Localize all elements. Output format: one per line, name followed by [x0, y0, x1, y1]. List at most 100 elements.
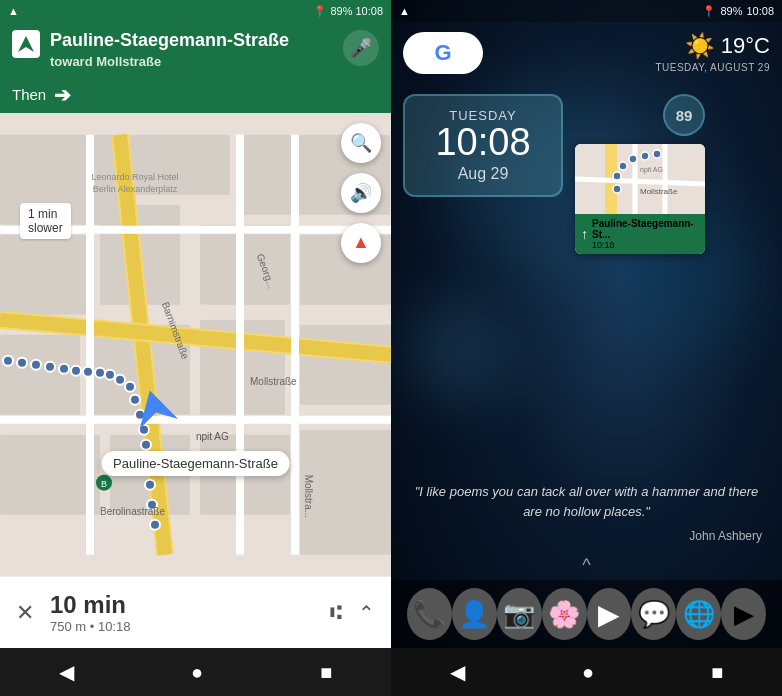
dock-app-contacts[interactable]: 👤: [452, 588, 497, 640]
svg-rect-9: [0, 334, 80, 414]
camera-icon: 📷: [503, 599, 535, 630]
svg-point-41: [45, 361, 55, 371]
toward-label: toward: [50, 54, 93, 69]
svg-text:Mollstra...: Mollstra...: [303, 474, 314, 517]
svg-point-36: [105, 369, 115, 379]
dock-app-chrome[interactable]: 🌐: [676, 588, 721, 640]
svg-point-35: [115, 374, 125, 384]
svg-point-43: [17, 357, 27, 367]
svg-text:Mollstraße: Mollstraße: [250, 375, 297, 386]
contacts-icon: 👤: [458, 599, 490, 630]
dock-app-youtube[interactable]: ▶: [721, 588, 766, 640]
phone-icon: 📞: [413, 599, 445, 630]
dock-app-photos[interactable]: 🌸: [542, 588, 587, 640]
right-status-bar: ▲ 📍 89% 10:08: [391, 0, 782, 22]
left-battery: 89%: [330, 5, 352, 17]
slower-label: 1 min slower: [20, 203, 71, 239]
maps-mini-footer: ↑ Pauline-Staegemann-St... 10:18: [575, 214, 705, 254]
left-panel: ▲ 📍 89% 10:08 Pauline-Staegemann-Straße …: [0, 0, 391, 696]
nav-header: Pauline-Staegemann-Straße toward Mollstr…: [0, 22, 391, 79]
maps-mini-time: 10:18: [592, 240, 699, 250]
right-home-button[interactable]: ●: [582, 661, 594, 684]
svg-point-39: [71, 365, 81, 375]
photos-icon: 🌸: [548, 599, 580, 630]
google-g-letter: G: [434, 40, 451, 66]
dock-app-phone[interactable]: 📞: [407, 588, 452, 640]
svg-rect-12: [300, 324, 391, 404]
svg-rect-13: [0, 434, 100, 514]
svg-point-61: [613, 185, 621, 193]
svg-point-63: [619, 162, 627, 170]
map-compass-button[interactable]: ▲: [341, 223, 381, 263]
app-drawer-chevron[interactable]: ^: [391, 551, 782, 580]
right-battery: 89%: [720, 5, 742, 17]
svg-text:Leonardo Royal Hotel: Leonardo Royal Hotel: [91, 171, 178, 181]
left-status-nav-icon: ▲: [8, 5, 19, 17]
street-label-text: Pauline-Staegemann-Straße: [113, 456, 278, 471]
clock-widget[interactable]: TUESDAY 10:08 Aug 29: [403, 94, 563, 197]
svg-point-30: [141, 439, 151, 449]
dock-app-camera[interactable]: 📷: [497, 588, 542, 640]
right-location-icon: 📍: [702, 5, 716, 18]
clock-date: Aug 29: [423, 165, 543, 183]
dock-app-play[interactable]: ▶: [587, 588, 632, 640]
right-recents-button[interactable]: ■: [711, 661, 723, 684]
home-screen-content: ▲ 📍 89% 10:08 G ☀️ 19°C TUESDAY, AUGUST …: [391, 0, 782, 696]
mic-button[interactable]: 🎤: [343, 30, 379, 66]
svg-point-37: [95, 367, 105, 377]
svg-point-40: [59, 363, 69, 373]
app-dock: 📞 👤 📷 🌸 ▶ 💬 🌐 ▶: [391, 580, 782, 648]
expand-button[interactable]: ⌃: [358, 601, 375, 625]
clock-section: TUESDAY 10:08 Aug 29 89: [391, 84, 782, 264]
svg-point-28: [145, 479, 155, 489]
time-info: 10 min 750 m • 10:18: [50, 591, 330, 634]
google-search-bar[interactable]: G: [403, 32, 483, 74]
map-search-button[interactable]: 🔍: [341, 123, 381, 163]
bottom-bar: ✕ 10 min 750 m • 10:18 ⑆ ⌃: [0, 576, 391, 648]
left-status-bar: ▲ 📍 89% 10:08: [0, 0, 391, 22]
then-label: Then: [12, 86, 46, 103]
right-back-button[interactable]: ◀: [450, 660, 465, 684]
svg-point-42: [31, 359, 41, 369]
svg-rect-5: [0, 234, 90, 314]
search-icon: 🔍: [350, 132, 372, 154]
recents-button[interactable]: ■: [320, 661, 332, 684]
svg-point-66: [653, 150, 661, 158]
top-row: G ☀️ 19°C TUESDAY, AUGUST 29: [391, 22, 782, 84]
maps-mini-arrow-icon: ↑: [581, 226, 588, 242]
map-audio-button[interactable]: 🔊: [341, 173, 381, 213]
quote-text: "I like poems you can tack all over with…: [411, 482, 762, 521]
messages-icon: 💬: [638, 599, 670, 630]
weather-date: TUESDAY, AUGUST 29: [655, 62, 770, 73]
maps-mini-card[interactable]: Mollstraße npit AG ↑ Pauline-Staegemann-…: [575, 144, 705, 254]
chevron-up-icon: ^: [582, 555, 590, 575]
svg-text:npit AG: npit AG: [640, 166, 663, 174]
audio-icon: 🔊: [350, 182, 372, 204]
dock-app-messages[interactable]: 💬: [631, 588, 676, 640]
then-direction-arrow: ➔: [54, 83, 71, 107]
maps-mini-street: Pauline-Staegemann-St...: [592, 218, 699, 240]
close-navigation-button[interactable]: ✕: [16, 600, 34, 626]
maps-mini-map: Mollstraße npit AG: [575, 144, 705, 214]
bottom-actions: ⑆ ⌃: [330, 601, 375, 625]
route-options-button[interactable]: ⑆: [330, 601, 342, 624]
home-button[interactable]: ●: [191, 661, 203, 684]
quote-author: John Ashbery: [411, 529, 762, 543]
svg-text:B: B: [101, 478, 107, 488]
nav-direction-arrow: [12, 30, 40, 58]
nav-street: Pauline-Staegemann-Straße: [50, 30, 333, 52]
street-label-bubble: Pauline-Staegemann-Straße: [101, 451, 290, 476]
svg-point-62: [613, 172, 621, 180]
svg-text:Berlin Alexanderplatz: Berlin Alexanderplatz: [93, 183, 178, 193]
then-banner: Then ➔: [0, 79, 391, 113]
svg-point-65: [641, 152, 649, 160]
right-time: 10:08: [746, 5, 774, 17]
left-system-nav-bar: ◀ ● ■: [0, 648, 391, 696]
back-button[interactable]: ◀: [59, 660, 74, 684]
nav-info: Pauline-Staegemann-Straße toward Mollstr…: [50, 30, 333, 69]
svg-text:Mollstraße: Mollstraße: [640, 187, 678, 196]
right-panel: ▲ 📍 89% 10:08 G ☀️ 19°C TUESDAY, AUGUST …: [391, 0, 782, 696]
svg-point-64: [629, 155, 637, 163]
right-system-nav-bar: ◀ ● ■: [391, 648, 782, 696]
badge-counter: 89: [663, 94, 705, 136]
